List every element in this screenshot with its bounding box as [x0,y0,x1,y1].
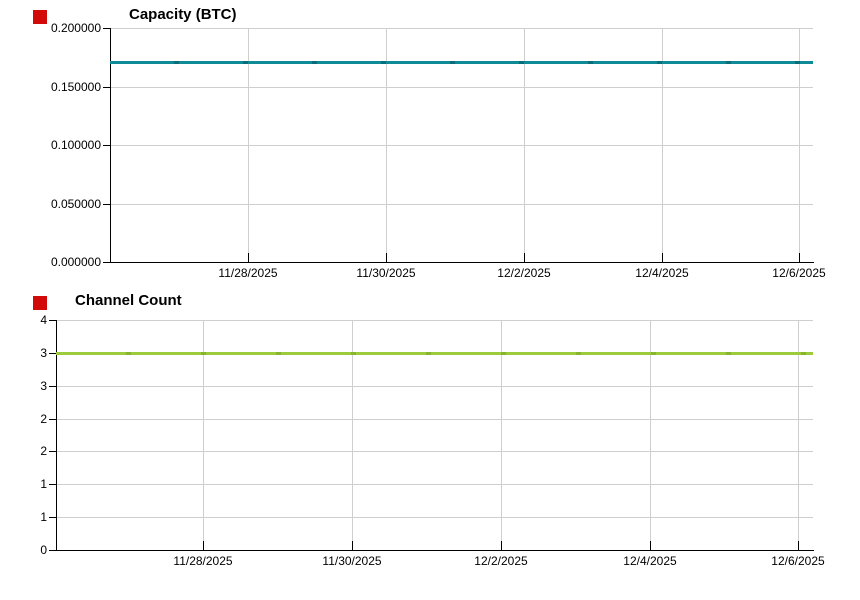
x-axis-tick [203,541,204,550]
x-axis-tick [524,253,525,262]
y-tick-label: 0.100000 [50,138,101,152]
y-tick-label: 0.200000 [50,21,101,35]
channel-count-line [56,351,813,355]
y-tick-label: 2 [40,411,47,426]
y-axis-tick [103,86,110,88]
y-axis-tick [49,451,56,453]
y-tick-label: 1 [40,510,47,525]
h-gridline [110,145,813,146]
y-tick-label: 3 [40,345,47,360]
x-tick-label: 11/28/2025 [173,554,233,568]
h-gridline [56,385,813,387]
y-axis-tick [49,385,56,387]
x-axis-tick [501,541,502,550]
y-axis-tick [49,517,56,519]
x-axis-tick [650,541,651,550]
h-gridline [56,484,813,486]
y-tick-label: 4 [40,313,47,327]
capacity-btc--line [110,60,813,64]
x-tick-label: 11/30/2025 [322,554,382,568]
x-axis-tick [248,253,249,262]
x-axis-line [56,550,814,551]
y-tick-label: 0.000000 [50,255,101,269]
x-tick-label: 12/6/2025 [772,266,826,280]
y-tick-label: 0.150000 [50,79,101,94]
x-axis-tick [662,253,663,262]
h-gridline [56,418,813,420]
series-swatch-icon [33,296,47,310]
x-axis-tick [386,253,387,262]
y-axis-tick [49,352,56,354]
x-tick-label: 12/2/2025 [474,554,528,568]
y-axis-tick [103,145,110,146]
x-tick-label: 11/30/2025 [356,266,416,280]
x-axis-line [110,262,814,263]
h-gridline [110,28,813,29]
y-tick-label: 2 [40,444,47,459]
y-tick-label: 0 [40,543,47,557]
x-axis-tick [352,541,353,550]
x-tick-label: 12/2/2025 [497,266,551,280]
x-axis-tick [798,541,799,550]
h-gridline [56,451,813,453]
h-gridline [110,86,813,88]
channel-count-chart-title: Channel Count [75,292,182,309]
x-tick-label: 11/28/2025 [218,266,278,280]
y-tick-label: 3 [40,378,47,393]
h-gridline [56,320,813,321]
capacity-chart-title: Capacity (BTC) [129,6,237,23]
x-axis-tick [799,253,800,262]
y-tick-label: 0.050000 [50,196,101,211]
y-axis-tick [103,203,110,205]
x-tick-label: 12/4/2025 [635,266,689,280]
h-gridline [110,203,813,205]
y-axis-tick [49,320,56,321]
y-axis-tick [49,550,56,551]
h-gridline [56,517,813,519]
y-axis-tick [103,28,110,29]
x-tick-label: 12/6/2025 [771,554,825,568]
y-tick-label: 1 [40,477,47,492]
y-axis-tick [49,484,56,486]
y-axis-tick [103,262,110,263]
y-axis-tick [49,418,56,420]
chart-dashboard: Capacity (BTC) Channel Count 0.200000 0.1… [0,0,860,600]
x-tick-label: 12/4/2025 [623,554,677,568]
